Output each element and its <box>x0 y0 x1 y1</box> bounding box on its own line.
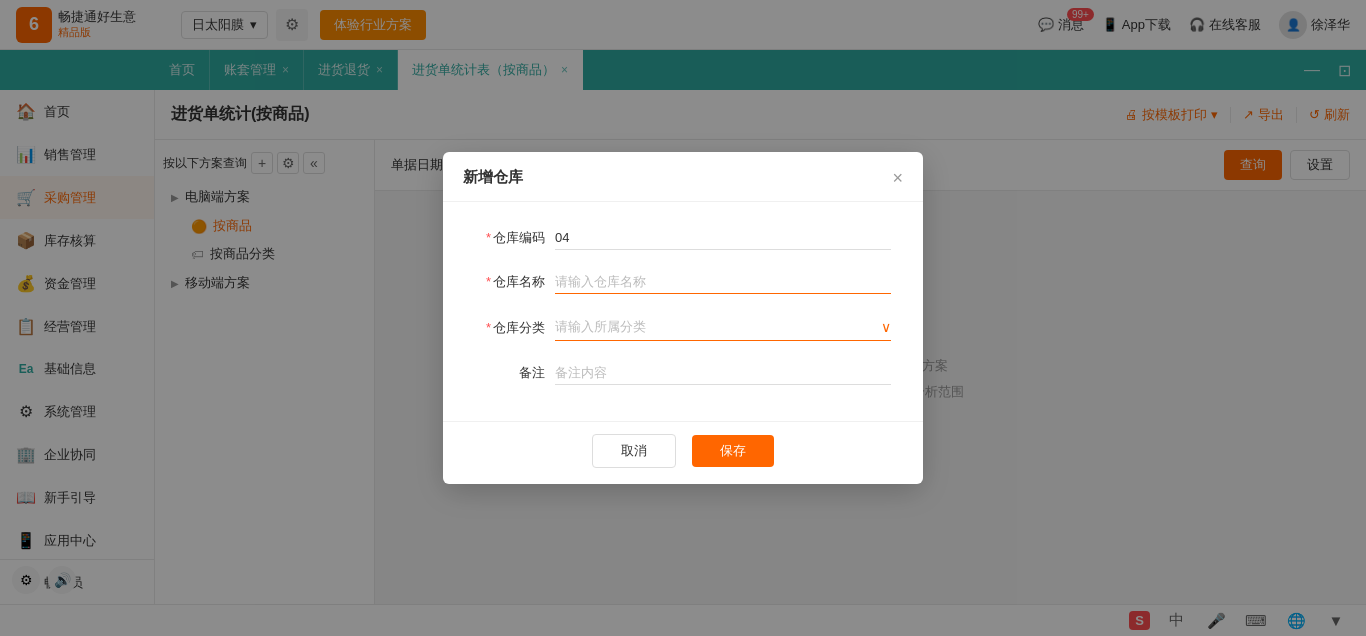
type-label: 仓库分类 <box>475 319 555 337</box>
form-row-type: 仓库分类 请输入所属分类 ∨ <box>475 314 891 341</box>
form-row-name: 仓库名称 <box>475 270 891 294</box>
dialog-header: 新增仓库 × <box>443 152 923 202</box>
form-row-code: 仓库编码 <box>475 226 891 250</box>
remark-input[interactable] <box>555 361 891 385</box>
remark-label: 备注 <box>475 364 555 382</box>
new-warehouse-dialog: 新增仓库 × 仓库编码 仓库名称 仓库分类 请输入所属分类 ∨ 备注 取消 保存 <box>443 152 923 484</box>
warehouse-type-select[interactable]: 请输入所属分类 ∨ <box>555 314 891 341</box>
type-placeholder: 请输入所属分类 <box>555 318 646 336</box>
name-label: 仓库名称 <box>475 273 555 291</box>
dialog-body: 仓库编码 仓库名称 仓库分类 请输入所属分类 ∨ 备注 <box>443 202 923 421</box>
dialog-footer: 取消 保存 <box>443 421 923 484</box>
warehouse-code-input[interactable] <box>555 226 891 250</box>
warehouse-name-input[interactable] <box>555 270 891 294</box>
type-dropdown-icon: ∨ <box>881 319 891 335</box>
form-row-remark: 备注 <box>475 361 891 385</box>
save-button[interactable]: 保存 <box>692 435 774 467</box>
cancel-button[interactable]: 取消 <box>592 434 676 468</box>
code-label: 仓库编码 <box>475 229 555 247</box>
dialog-title: 新增仓库 <box>463 168 523 187</box>
dialog-close-button[interactable]: × <box>892 169 903 187</box>
